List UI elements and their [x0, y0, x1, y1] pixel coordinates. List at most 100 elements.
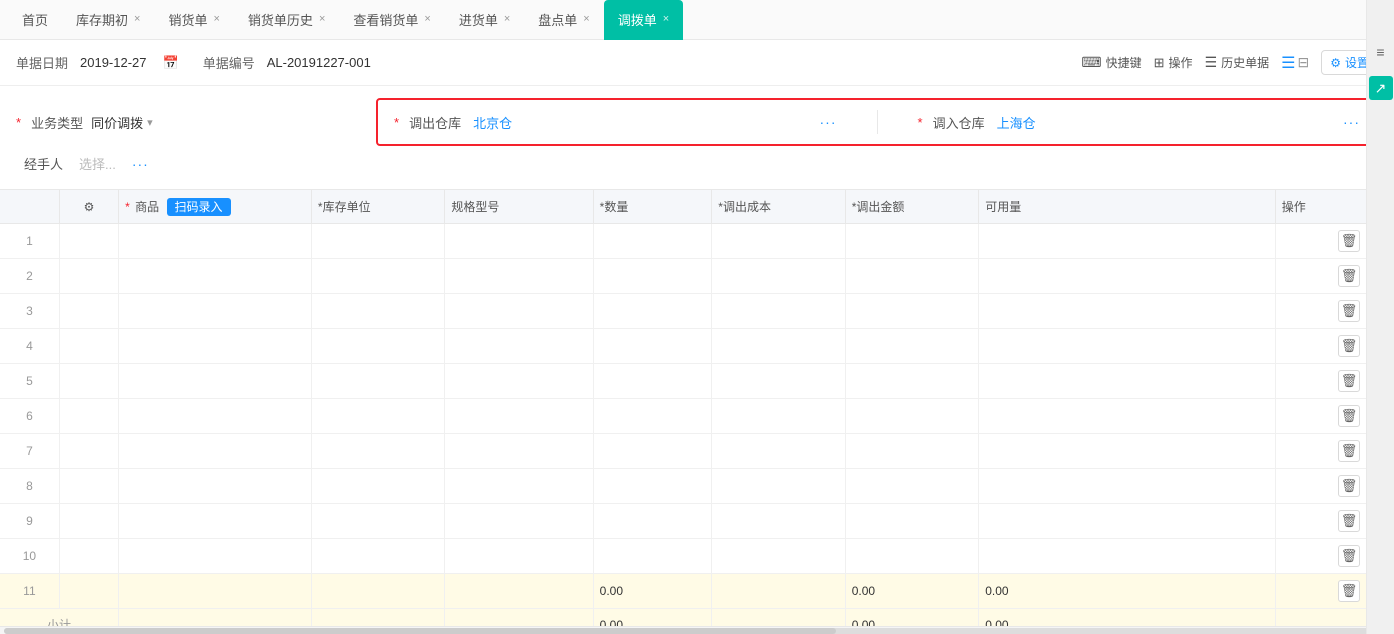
tab-purchase-order[interactable]: 进货单 ×	[445, 0, 524, 40]
row-amount-5[interactable]	[845, 364, 978, 399]
row-spec-3[interactable]	[445, 294, 593, 329]
row-unit-5[interactable]	[311, 364, 444, 399]
row-unit-2[interactable]	[311, 259, 444, 294]
row-amount-11[interactable]: 0.00	[845, 574, 978, 609]
delete-icon-11[interactable]: 🗑	[1338, 580, 1360, 602]
delete-icon-9[interactable]: 🗑	[1338, 510, 1360, 532]
row-spec-6[interactable]	[445, 399, 593, 434]
row-spec-8[interactable]	[445, 469, 593, 504]
row-cost-6[interactable]	[712, 399, 845, 434]
tab-stocktake-close[interactable]: ×	[583, 14, 589, 25]
delete-icon-4[interactable]: 🗑	[1338, 335, 1360, 357]
row-qty-9[interactable]	[593, 504, 712, 539]
operation-button[interactable]: ⊞ 操作	[1154, 54, 1193, 71]
row-avail-4[interactable]	[979, 329, 1276, 364]
shortcut-button[interactable]: ⌨ 快捷键	[1081, 54, 1141, 71]
row-cost-7[interactable]	[712, 434, 845, 469]
row-unit-7[interactable]	[311, 434, 444, 469]
row-cost-5[interactable]	[712, 364, 845, 399]
row-product-7[interactable]	[119, 434, 312, 469]
row-unit-4[interactable]	[311, 329, 444, 364]
row-cost-9[interactable]	[712, 504, 845, 539]
row-spec-4[interactable]	[445, 329, 593, 364]
row-cost-4[interactable]	[712, 329, 845, 364]
row-product-6[interactable]	[119, 399, 312, 434]
row-avail-10[interactable]	[979, 539, 1276, 574]
row-product-4[interactable]	[119, 329, 312, 364]
layout-icon-1[interactable]: ☰	[1281, 53, 1295, 73]
row-amount-4[interactable]	[845, 329, 978, 364]
row-avail-3[interactable]	[979, 294, 1276, 329]
delete-icon-10[interactable]: 🗑	[1338, 545, 1360, 567]
row-product-3[interactable]	[119, 294, 312, 329]
tab-sales-history-close[interactable]: ×	[319, 14, 325, 25]
row-product-9[interactable]	[119, 504, 312, 539]
row-product-5[interactable]	[119, 364, 312, 399]
delete-icon-3[interactable]: 🗑	[1338, 300, 1360, 322]
transfer-in-more[interactable]: ···	[1343, 114, 1360, 130]
row-product-10[interactable]	[119, 539, 312, 574]
tab-sales-order[interactable]: 销货单 ×	[154, 0, 233, 40]
row-spec-7[interactable]	[445, 434, 593, 469]
row-unit-11[interactable]	[311, 574, 444, 609]
calendar-icon[interactable]: 📅	[163, 55, 179, 71]
business-type-select[interactable]: 同价调拨 ▾	[91, 113, 251, 132]
row-qty-8[interactable]	[593, 469, 712, 504]
delete-icon-5[interactable]: 🗑	[1338, 370, 1360, 392]
row-cost-3[interactable]	[712, 294, 845, 329]
row-unit-6[interactable]	[311, 399, 444, 434]
row-qty-6[interactable]	[593, 399, 712, 434]
row-amount-6[interactable]	[845, 399, 978, 434]
delete-icon-6[interactable]: 🗑	[1338, 405, 1360, 427]
col-gear-header[interactable]: ⚙	[59, 190, 118, 224]
row-cost-8[interactable]	[712, 469, 845, 504]
row-cost-10[interactable]	[712, 539, 845, 574]
row-product-2[interactable]	[119, 259, 312, 294]
row-amount-9[interactable]	[845, 504, 978, 539]
row-avail-5[interactable]	[979, 364, 1276, 399]
row-qty-5[interactable]	[593, 364, 712, 399]
row-avail-11[interactable]: 0.00	[979, 574, 1276, 609]
tab-view-sales[interactable]: 查看销货单 ×	[339, 0, 444, 40]
transfer-out-more[interactable]: ···	[820, 114, 837, 130]
row-avail-7[interactable]	[979, 434, 1276, 469]
row-amount-8[interactable]	[845, 469, 978, 504]
row-cost-2[interactable]	[712, 259, 845, 294]
tab-inventory-init-close[interactable]: ×	[134, 14, 140, 25]
row-spec-1[interactable]	[445, 224, 593, 259]
delete-icon-7[interactable]: 🗑	[1338, 440, 1360, 462]
row-spec-10[interactable]	[445, 539, 593, 574]
scan-button[interactable]: 扫码录入	[167, 198, 231, 216]
row-avail-8[interactable]	[979, 469, 1276, 504]
tab-home[interactable]: 首页	[8, 0, 62, 40]
sidebar-list-icon[interactable]: ≡	[1369, 40, 1393, 64]
row-spec-2[interactable]	[445, 259, 593, 294]
row-qty-11[interactable]: 0.00	[593, 574, 712, 609]
row-avail-6[interactable]	[979, 399, 1276, 434]
row-spec-9[interactable]	[445, 504, 593, 539]
delete-icon-2[interactable]: 🗑	[1338, 265, 1360, 287]
delete-icon-8[interactable]: 🗑	[1338, 475, 1360, 497]
tab-view-sales-close[interactable]: ×	[424, 14, 430, 25]
row-spec-5[interactable]	[445, 364, 593, 399]
row-unit-1[interactable]	[311, 224, 444, 259]
row-cost-11[interactable]	[712, 574, 845, 609]
row-cost-1[interactable]	[712, 224, 845, 259]
handler-more[interactable]: ···	[132, 156, 149, 172]
row-qty-1[interactable]	[593, 224, 712, 259]
row-qty-10[interactable]	[593, 539, 712, 574]
row-qty-4[interactable]	[593, 329, 712, 364]
tab-purchase-order-close[interactable]: ×	[504, 14, 510, 25]
row-amount-7[interactable]	[845, 434, 978, 469]
tab-transfer-close[interactable]: ×	[663, 14, 669, 25]
layout-icon-2[interactable]: ⊟	[1297, 54, 1309, 71]
row-spec-11[interactable]	[445, 574, 593, 609]
row-amount-1[interactable]	[845, 224, 978, 259]
row-unit-10[interactable]	[311, 539, 444, 574]
tab-transfer[interactable]: 调拨单 ×	[604, 0, 683, 40]
row-unit-3[interactable]	[311, 294, 444, 329]
row-product-1[interactable]	[119, 224, 312, 259]
horizontal-scrollbar[interactable]	[0, 626, 1394, 634]
history-button[interactable]: ☰ 历史单据	[1205, 54, 1270, 71]
row-unit-8[interactable]	[311, 469, 444, 504]
